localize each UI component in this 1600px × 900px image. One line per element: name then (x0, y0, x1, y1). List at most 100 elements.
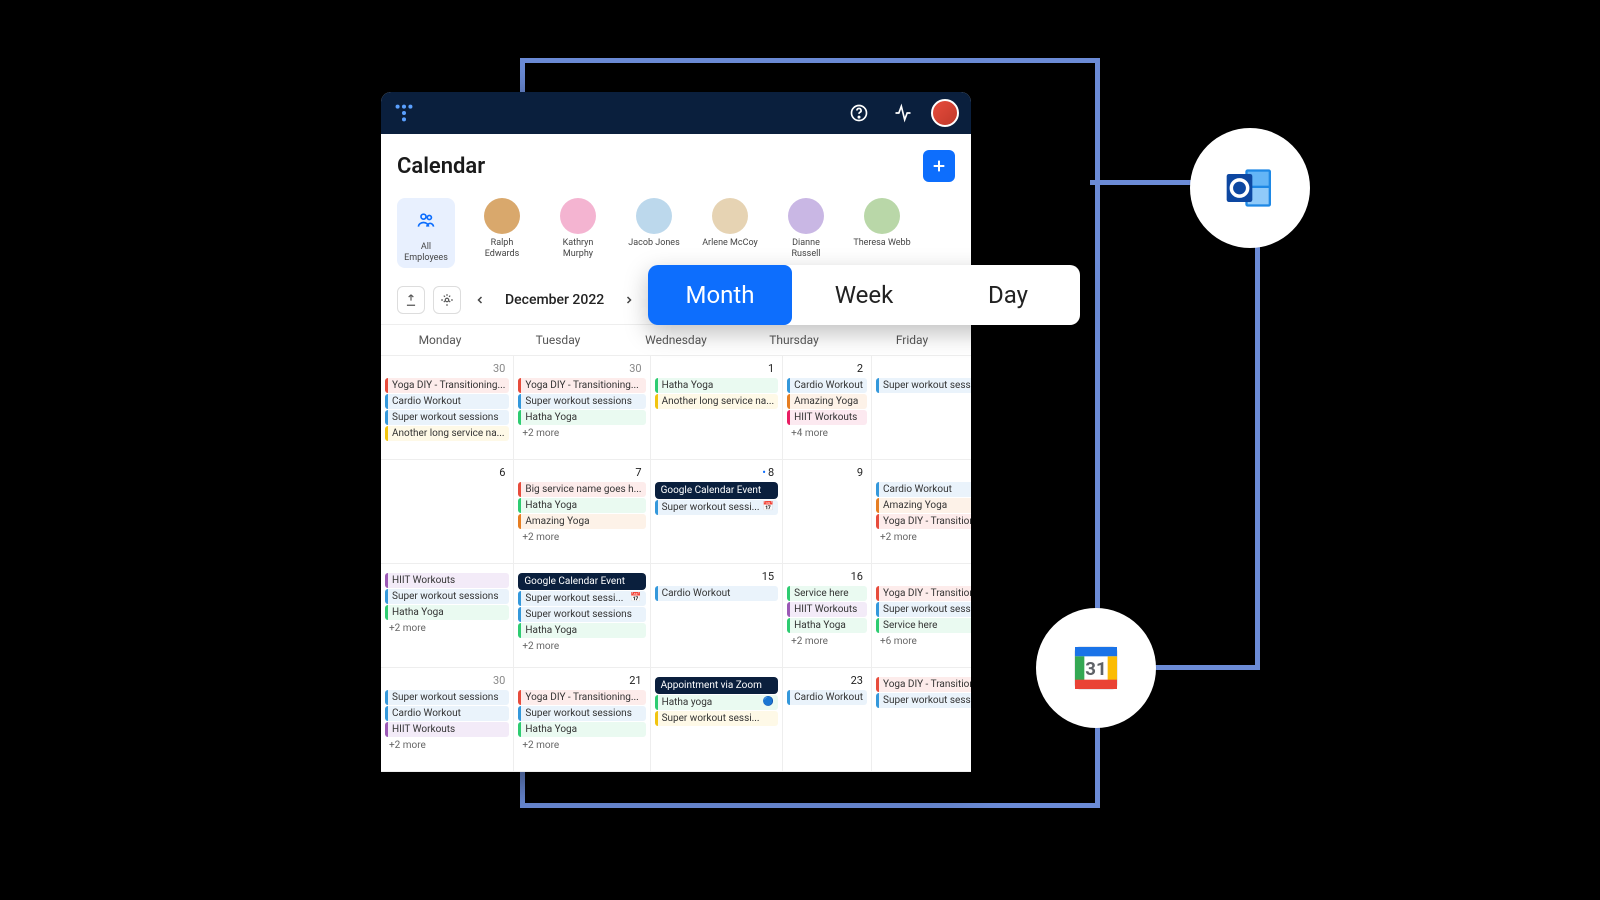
calendar-cell[interactable]: 1Hatha YogaAnother long service na... (651, 356, 784, 460)
calendar-event[interactable]: Yoga DIY - Transitionin (876, 514, 971, 529)
calendar-event[interactable]: HIIT Workouts (385, 573, 509, 588)
calendar-event[interactable]: Hatha Yoga (385, 605, 509, 620)
calendar-cell[interactable]: Yoga DIY - TransitioninSuper workout ses… (872, 668, 971, 772)
show-more-events[interactable]: +2 more (785, 634, 869, 649)
employee-filter-all[interactable]: All Employees (397, 198, 455, 268)
help-icon[interactable] (843, 97, 875, 129)
calendar-event[interactable]: Yoga DIY - Transitioning... (518, 690, 645, 705)
employee-filter-item[interactable]: Arlene McCoy (701, 198, 759, 268)
show-more-events[interactable]: +2 more (874, 530, 971, 545)
show-more-events[interactable]: +2 more (383, 621, 511, 636)
calendar-event[interactable]: Yoga DIY - Transitionin (876, 586, 971, 601)
calendar-cell[interactable]: 2Cardio WorkoutAmazing YogaHIIT Workouts… (783, 356, 872, 460)
show-more-events[interactable]: +4 more (785, 426, 869, 441)
cell-date (874, 670, 971, 676)
calendar-cell[interactable]: 3Super workout session (872, 356, 971, 460)
add-button[interactable] (923, 150, 955, 182)
calendar-event[interactable]: Super workout sessions (518, 607, 645, 622)
calendar-event[interactable]: Hatha Yoga (787, 618, 867, 633)
next-month-button[interactable] (618, 289, 640, 311)
show-more-events[interactable]: +2 more (383, 738, 511, 753)
view-day-tab[interactable]: Day (936, 265, 1080, 325)
calendar-cell[interactable]: Google Calendar EventSuper workout sessi… (514, 564, 650, 668)
calendar-cell[interactable]: 23Cardio Workout (783, 668, 872, 772)
employee-filter-item[interactable]: Ralph Edwards (473, 198, 531, 268)
employee-filter-item[interactable]: Jacob Jones (625, 198, 683, 268)
calendar-cell[interactable]: 21Yoga DIY - Transitioning...Super worko… (514, 668, 650, 772)
calendar-cell[interactable]: 30Yoga DIY - Transitioning...Super worko… (514, 356, 650, 460)
calendar-cell[interactable]: 7Big service name goes h...Hatha YogaAma… (514, 460, 650, 564)
calendar-cell[interactable]: 8Google Calendar EventSuper workout sess… (651, 460, 784, 564)
calendar-cell[interactable]: 6 (381, 460, 514, 564)
calendar-event[interactable]: Super workout sessi... (655, 711, 779, 726)
show-more-events[interactable]: +2 more (516, 426, 647, 441)
calendar-event[interactable]: Hatha Yoga (518, 722, 645, 737)
prev-month-button[interactable] (469, 289, 491, 311)
calendar-event[interactable]: Cardio Workout (787, 378, 867, 393)
calendar-event[interactable]: Hatha Yoga (518, 410, 645, 425)
calendar-event[interactable]: Cardio Workout (876, 482, 971, 497)
calendar-event[interactable]: Google Calendar Event (518, 573, 645, 590)
calendar-event[interactable]: Amazing Yoga (876, 498, 971, 513)
calendar-cell[interactable]: 9 (783, 460, 872, 564)
employee-avatar (712, 198, 748, 234)
calendar-event[interactable]: HIIT Workouts (385, 722, 509, 737)
calendar-event[interactable]: Big service name goes h... (518, 482, 645, 497)
calendar-event[interactable]: Super workout sessions (385, 690, 509, 705)
user-avatar[interactable] (931, 99, 959, 127)
calendar-event[interactable]: HIIT Workouts (787, 602, 867, 617)
calendar-event[interactable]: Service here (876, 618, 971, 633)
employee-name: Arlene McCoy (702, 238, 758, 249)
calendar-event[interactable]: Super workout sessions (518, 706, 645, 721)
show-more-events[interactable]: +2 more (516, 639, 647, 654)
export-button[interactable] (397, 286, 425, 314)
calendar-event[interactable]: Cardio Workout (655, 586, 779, 601)
settings-button[interactable] (433, 286, 461, 314)
calendar-event[interactable]: Service here (787, 586, 867, 601)
calendar-event[interactable]: Super workout sessions (385, 410, 509, 425)
activity-icon[interactable] (887, 97, 919, 129)
calendar-cell[interactable]: Appointment via ZoomHatha yoga🔵Super wor… (651, 668, 784, 772)
calendar-cell[interactable]: 9Cardio WorkoutAmazing YogaYoga DIY - Tr… (872, 460, 971, 564)
cell-date: 7 (516, 462, 647, 481)
view-week-tab[interactable]: Week (792, 265, 936, 325)
cell-date: 9 (785, 462, 869, 481)
employee-filter-item[interactable]: Theresa Webb (853, 198, 911, 268)
calendar-event[interactable]: Google Calendar Event (655, 482, 779, 499)
calendar-event[interactable]: Amazing Yoga (518, 514, 645, 529)
calendar-event[interactable]: Hatha Yoga (655, 378, 779, 393)
calendar-cell[interactable]: 30Yoga DIY - Transitioning...Cardio Work… (381, 356, 514, 460)
calendar-cell[interactable]: 15Cardio Workout (651, 564, 784, 668)
employee-filter-item[interactable]: Dianne Russell (777, 198, 835, 268)
calendar-event[interactable]: Hatha Yoga (518, 498, 645, 513)
calendar-event[interactable]: HIIT Workouts (787, 410, 867, 425)
calendar-cell[interactable]: 16Yoga DIY - TransitioninSuper workout s… (872, 564, 971, 668)
calendar-event[interactable]: Yoga DIY - Transitioning... (385, 378, 509, 393)
calendar-event[interactable]: Another long service na... (655, 394, 779, 409)
show-more-events[interactable]: +2 more (516, 738, 647, 753)
calendar-event[interactable]: Cardio Workout (385, 394, 509, 409)
show-more-events[interactable]: +2 more (516, 530, 647, 545)
calendar-event[interactable]: Yoga DIY - Transitioning... (518, 378, 645, 393)
employee-filter-item[interactable]: Kathryn Murphy (549, 198, 607, 268)
calendar-event[interactable]: Cardio Workout (787, 690, 867, 705)
calendar-event[interactable]: Amazing Yoga (787, 394, 867, 409)
calendar-cell[interactable]: 30Super workout sessionsCardio WorkoutHI… (381, 668, 514, 772)
calendar-event[interactable]: Super workout session (876, 693, 971, 708)
calendar-event[interactable]: Super workout session (876, 378, 971, 393)
calendar-cell[interactable]: 16Service hereHIIT WorkoutsHatha Yoga+2 … (783, 564, 872, 668)
calendar-event[interactable]: Super workout session (876, 602, 971, 617)
calendar-event[interactable]: Hatha Yoga (518, 623, 645, 638)
calendar-event[interactable]: Cardio Workout (385, 706, 509, 721)
calendar-event[interactable]: Super workout sessi...📅 (655, 500, 779, 515)
calendar-event[interactable]: Another long service na... (385, 426, 509, 441)
show-more-events[interactable]: +6 more (874, 634, 971, 649)
calendar-event[interactable]: Super workout sessi...📅 (518, 591, 645, 606)
view-month-tab[interactable]: Month (648, 265, 792, 325)
calendar-event[interactable]: Hatha yoga🔵 (655, 695, 779, 710)
calendar-cell[interactable]: HIIT WorkoutsSuper workout sessionsHatha… (381, 564, 514, 668)
calendar-event[interactable]: Super workout sessions (385, 589, 509, 604)
calendar-event[interactable]: Super workout sessions (518, 394, 645, 409)
calendar-event[interactable]: Yoga DIY - Transitionin (876, 677, 971, 692)
calendar-event[interactable]: Appointment via Zoom (655, 677, 779, 694)
